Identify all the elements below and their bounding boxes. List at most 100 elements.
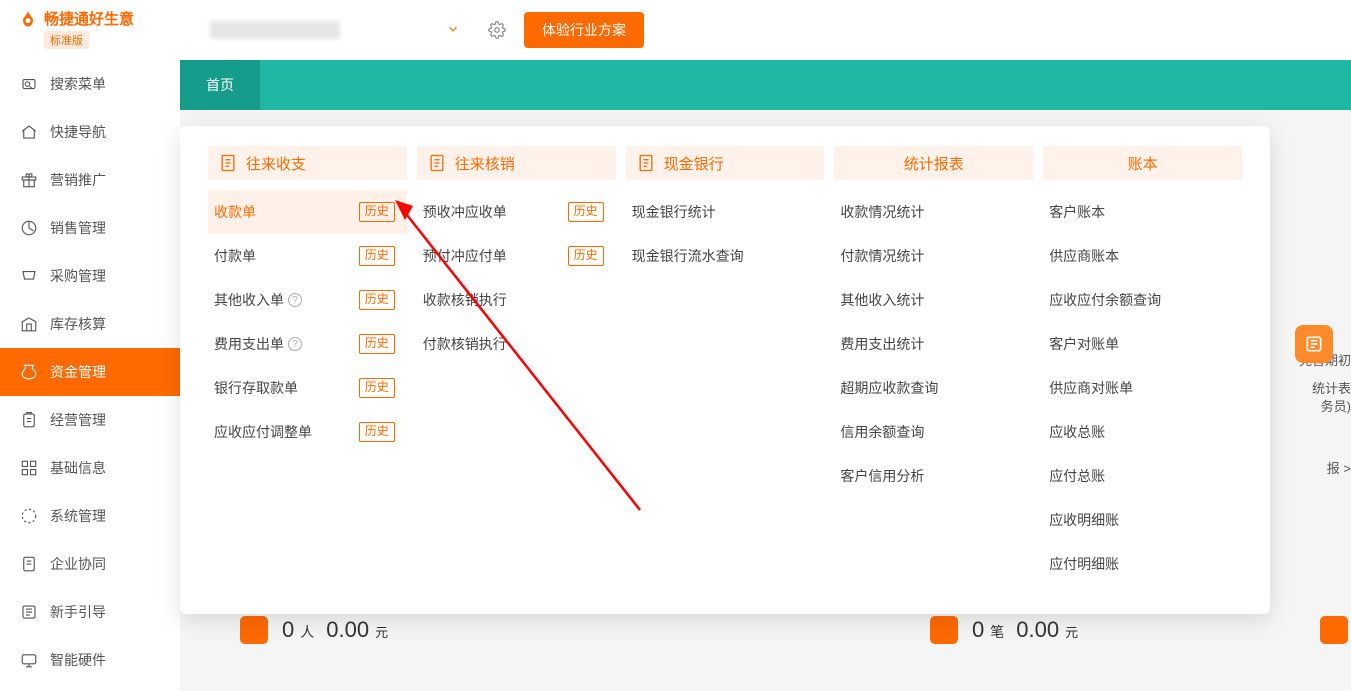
kpi-icon <box>1320 616 1348 644</box>
tenant-name-blurred <box>210 21 340 39</box>
megamenu-col-header: 账本 <box>1043 146 1242 180</box>
megamenu-col-title: 账本 <box>1128 153 1158 174</box>
megamenu-item[interactable]: 信用余额查询 <box>834 410 1033 454</box>
right-link-brief[interactable]: 报 > <box>1327 458 1351 477</box>
megamenu-item[interactable]: 客户账本 <box>1043 190 1242 234</box>
megamenu-item-label: 应收应付余额查询 <box>1049 290 1161 310</box>
megamenu-col-title: 往来核销 <box>455 153 515 174</box>
sidebar-item-label: 采购管理 <box>50 266 106 286</box>
sidebar-item-12[interactable]: 智能硬件 <box>0 636 180 684</box>
help-icon[interactable]: ? <box>288 293 302 307</box>
fund-management-megamenu: 往来收支收款单历史付款单历史其他收入单?历史费用支出单?历史银行存取款单历史应收… <box>180 126 1270 614</box>
megamenu-item[interactable]: 应付总账 <box>1043 454 1242 498</box>
sidebar-item-11[interactable]: 新手引导 <box>0 588 180 636</box>
sidebar-item-10[interactable]: 企业协同 <box>0 540 180 588</box>
right-link-stat-table[interactable]: 统计表 <box>1312 378 1351 397</box>
megamenu-item[interactable]: 供应商账本 <box>1043 234 1242 278</box>
megamenu-item-label: 现金银行统计 <box>632 202 716 222</box>
megamenu-item[interactable]: 应收应付余额查询 <box>1043 278 1242 322</box>
kpi-values: 0人0.00元 <box>282 617 388 643</box>
megamenu-item[interactable]: 收款情况统计 <box>834 190 1033 234</box>
money-bag-icon <box>20 363 38 381</box>
megamenu-item[interactable]: 付款核销执行 <box>417 322 616 366</box>
sidebar: 畅捷通好生意 标准版 搜索菜单快捷导航营销推广销售管理采购管理库存核算资金管理经… <box>0 0 180 691</box>
brand-name: 畅捷通好生意 <box>44 8 134 29</box>
megamenu-item[interactable]: 付款情况统计 <box>834 234 1033 278</box>
megamenu-item[interactable]: 收款核销执行 <box>417 278 616 322</box>
sidebar-item-3[interactable]: 销售管理 <box>0 204 180 252</box>
megamenu-item[interactable]: 付款单历史 <box>208 234 407 278</box>
megamenu-item[interactable]: 应收应付调整单历史 <box>208 410 407 454</box>
megamenu-item[interactable]: 预收冲应收单历史 <box>417 190 616 234</box>
warehouse-icon <box>20 315 38 333</box>
sidebar-item-2[interactable]: 营销推广 <box>0 156 180 204</box>
sidebar-item-1[interactable]: 快捷导航 <box>0 108 180 156</box>
sidebar-item-label: 经营管理 <box>50 410 106 430</box>
megamenu-col-0: 往来收支收款单历史付款单历史其他收入单?历史费用支出单?历史银行存取款单历史应收… <box>208 146 407 594</box>
megamenu-item-label: 客户对账单 <box>1049 334 1119 354</box>
help-icon[interactable]: ? <box>288 337 302 351</box>
megamenu-item-label: 现金银行流水查询 <box>632 246 744 266</box>
megamenu-item[interactable]: 其他收入单?历史 <box>208 278 407 322</box>
megamenu-item-label: 供应商对账单 <box>1049 378 1133 398</box>
megamenu-item[interactable]: 应收明细账 <box>1043 498 1242 542</box>
sidebar-item-6[interactable]: 资金管理 <box>0 348 180 396</box>
megamenu-item[interactable]: 费用支出统计 <box>834 322 1033 366</box>
megamenu-item-label: 预付冲应付单 <box>423 246 507 266</box>
megamenu-item-label: 信用余额查询 <box>840 422 924 442</box>
megamenu-item[interactable]: 客户信用分析 <box>834 454 1033 498</box>
sidebar-item-7[interactable]: 经营管理 <box>0 396 180 444</box>
history-badge[interactable]: 历史 <box>359 290 395 310</box>
megamenu-item[interactable]: 费用支出单?历史 <box>208 322 407 366</box>
kpi-card-0: 0人0.00元 <box>240 616 388 644</box>
grid-icon <box>20 459 38 477</box>
history-badge[interactable]: 历史 <box>359 334 395 354</box>
megamenu-item[interactable]: 现金银行统计 <box>626 190 825 234</box>
sidebar-item-label: 库存核算 <box>50 314 106 334</box>
megamenu-col-title: 现金银行 <box>664 153 724 174</box>
sidebar-item-0[interactable]: 搜索菜单 <box>0 60 180 108</box>
megamenu-item[interactable]: 应收总账 <box>1043 410 1242 454</box>
history-badge[interactable]: 历史 <box>568 202 604 222</box>
megamenu-item-label: 客户信用分析 <box>840 466 924 486</box>
tabbar: 首页 <box>180 60 1351 110</box>
industry-plan-button[interactable]: 体验行业方案 <box>524 12 644 48</box>
megamenu-item[interactable]: 客户对账单 <box>1043 322 1242 366</box>
sidebar-item-4[interactable]: 采购管理 <box>0 252 180 300</box>
history-badge[interactable]: 历史 <box>359 202 395 222</box>
megamenu-item-label: 超期应收款查询 <box>840 378 938 398</box>
sidebar-item-9[interactable]: 系统管理 <box>0 492 180 540</box>
settings-button[interactable] <box>482 15 512 45</box>
megamenu-item[interactable]: 应付明细账 <box>1043 542 1242 586</box>
megamenu-item[interactable]: 预付冲应付单 历史 <box>417 234 616 278</box>
megamenu-item-label: 收款情况统计 <box>840 202 924 222</box>
history-badge[interactable]: 历史 <box>359 422 395 442</box>
report-tile-icon[interactable] <box>1295 325 1333 363</box>
megamenu-item-label: 供应商账本 <box>1049 246 1119 266</box>
tab-home[interactable]: 首页 <box>180 60 260 110</box>
megamenu-item[interactable]: 收款单历史 <box>208 190 407 234</box>
megamenu-item[interactable]: 现金银行流水查询 <box>626 234 825 278</box>
sidebar-item-label: 资金管理 <box>50 362 106 382</box>
megamenu-item[interactable]: 超期应收款查询 <box>834 366 1033 410</box>
history-badge[interactable]: 历史 <box>359 246 395 266</box>
sidebar-item-label: 新手引导 <box>50 602 106 622</box>
tv-icon <box>20 651 38 669</box>
document-icon <box>636 153 656 173</box>
megamenu-item[interactable]: 供应商对账单 <box>1043 366 1242 410</box>
sidebar-item-8[interactable]: 基础信息 <box>0 444 180 492</box>
sidebar-item-5[interactable]: 库存核算 <box>0 300 180 348</box>
dashed-circle-icon <box>20 507 38 525</box>
megamenu-item-label: 应付总账 <box>1049 466 1105 486</box>
history-badge[interactable]: 历史 <box>568 246 604 266</box>
megamenu-col-2: 现金银行现金银行统计现金银行流水查询 <box>626 146 825 594</box>
megamenu-item[interactable]: 其他收入统计 <box>834 278 1033 322</box>
megamenu-col-header: 统计报表 <box>834 146 1033 180</box>
clipboard-icon <box>20 411 38 429</box>
megamenu-col-3: 统计报表收款情况统计付款情况统计其他收入统计费用支出统计超期应收款查询信用余额查… <box>834 146 1033 594</box>
megamenu-item[interactable]: 银行存取款单历史 <box>208 366 407 410</box>
tenant-selector[interactable] <box>200 12 470 48</box>
megamenu-item-label: 收款核销执行 <box>423 290 507 310</box>
history-badge[interactable]: 历史 <box>359 378 395 398</box>
logo-area: 畅捷通好生意 标准版 <box>0 0 180 60</box>
